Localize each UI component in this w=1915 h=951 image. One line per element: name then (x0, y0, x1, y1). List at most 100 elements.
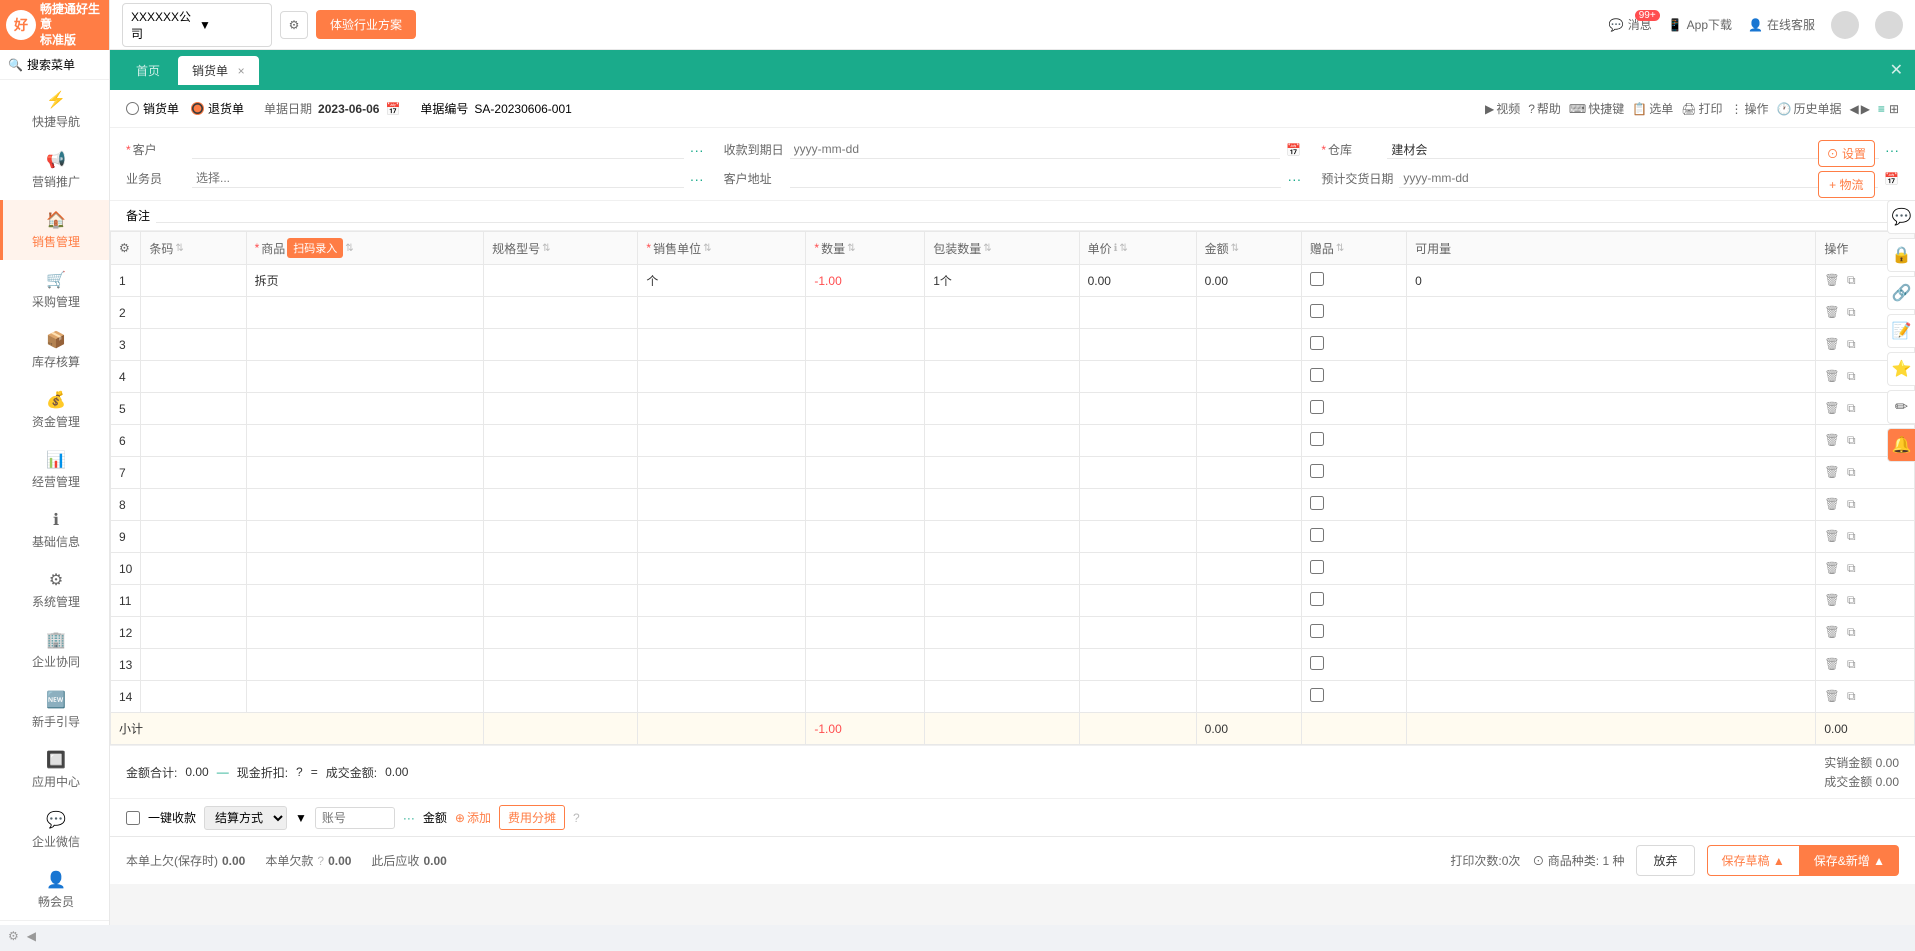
copy-icon[interactable]: ⧉ (1847, 625, 1856, 639)
row-barcode[interactable] (141, 393, 246, 425)
prev-icon[interactable]: ◀ (1849, 102, 1858, 116)
fee-info-icon[interactable]: ? (573, 811, 580, 825)
row-package-qty[interactable] (925, 585, 1079, 617)
row-unit[interactable] (638, 585, 806, 617)
one-click-checkbox[interactable] (126, 811, 140, 825)
salesperson-dots[interactable]: ··· (690, 171, 704, 187)
row-amount[interactable] (1196, 361, 1301, 393)
delete-icon[interactable]: 🗑 (1824, 465, 1839, 479)
row-quantity[interactable] (806, 329, 925, 361)
row-unit-price[interactable] (1079, 489, 1196, 521)
row-package-qty[interactable] (925, 617, 1079, 649)
row-barcode[interactable] (141, 681, 246, 713)
sidebar-item-enterprise[interactable]: 🏢 企业协同 (0, 620, 109, 680)
right-btn-edit[interactable]: ✏ (1887, 390, 1915, 424)
row-amount[interactable] (1196, 649, 1301, 681)
company-selector[interactable]: XXXXXX公司 ▼ (122, 3, 272, 47)
row-package-qty[interactable] (925, 457, 1079, 489)
customer-dots[interactable]: ··· (690, 142, 704, 158)
sidebar-item-finance[interactable]: 💰 资金管理 (0, 380, 109, 440)
row-package-qty[interactable] (925, 553, 1079, 585)
copy-icon[interactable]: ⧉ (1847, 433, 1856, 447)
remark-input[interactable] (156, 208, 1899, 223)
row-amount[interactable] (1196, 617, 1301, 649)
row-unit-price[interactable] (1079, 329, 1196, 361)
row-unit[interactable] (638, 553, 806, 585)
message-button[interactable]: 💬 消息 99+ (1609, 16, 1652, 33)
right-btn-chat[interactable]: 💬 (1887, 200, 1915, 234)
radio-sales-order[interactable]: 销货单 (126, 100, 179, 117)
sidebar-item-purchase[interactable]: 🛒 采购管理 (0, 260, 109, 320)
row-package-qty[interactable] (925, 297, 1079, 329)
avatar-secondary[interactable] (1875, 11, 1903, 39)
operation-button[interactable]: ⋮ 操作 (1730, 100, 1768, 117)
sidebar-item-business[interactable]: 📊 经营管理 (0, 440, 109, 500)
online-service-button[interactable]: 👤 在线客服 (1748, 16, 1815, 33)
print-button[interactable]: 🖨 打印 (1681, 100, 1722, 117)
product-sort[interactable]: ⇅ (345, 243, 353, 254)
row-spec[interactable] (484, 457, 638, 489)
row-amount[interactable] (1196, 489, 1301, 521)
total-owe-info-icon[interactable]: ? (317, 854, 324, 868)
delete-icon[interactable]: 🗑 (1824, 593, 1839, 607)
row-unit[interactable] (638, 297, 806, 329)
next-icon[interactable]: ▶ (1861, 102, 1870, 116)
row-gift[interactable] (1301, 265, 1406, 297)
sidebar-item-appcenter[interactable]: 🔲 应用中心 (0, 740, 109, 800)
logistics-button[interactable]: + 物流 (1818, 171, 1875, 198)
row-spec[interactable] (484, 585, 638, 617)
row-quantity[interactable] (806, 457, 925, 489)
grid-view-icon[interactable]: ⊞ (1889, 102, 1899, 116)
customer-address-dots[interactable]: ··· (1287, 171, 1301, 187)
row-quantity[interactable] (806, 585, 925, 617)
row-package-qty[interactable] (925, 489, 1079, 521)
row-quantity[interactable] (806, 393, 925, 425)
settings-gear-button[interactable]: ⚙ (280, 11, 308, 39)
col-settings[interactable]: ⚙ (111, 232, 141, 265)
tab-close-icon[interactable]: × (238, 64, 245, 78)
delete-icon[interactable]: 🗑 (1824, 497, 1839, 511)
gift-checkbox[interactable] (1310, 304, 1324, 318)
row-unit[interactable] (638, 649, 806, 681)
trial-button[interactable]: 体验行业方案 (316, 10, 416, 39)
copy-icon[interactable]: ⧉ (1847, 497, 1856, 511)
save-draft-button[interactable]: 保存草稿 ▲ (1707, 845, 1800, 876)
delete-icon[interactable]: 🗑 (1824, 529, 1839, 543)
row-unit[interactable] (638, 681, 806, 713)
list-view-icon[interactable]: ≡ (1878, 102, 1885, 116)
dots-icon[interactable]: ··· (403, 811, 415, 825)
delete-icon[interactable]: 🗑 (1824, 305, 1839, 319)
row-product[interactable] (246, 489, 484, 521)
sidebar-item-member[interactable]: 👤 畅会员 (0, 860, 109, 920)
row-package-qty[interactable] (925, 681, 1079, 713)
price-sort[interactable]: ⇅ (1119, 243, 1127, 254)
delete-icon[interactable]: 🗑 (1824, 337, 1839, 351)
save-new-button[interactable]: 保存&新增 ▲ (1800, 845, 1899, 876)
delete-icon[interactable]: 🗑 (1824, 401, 1839, 415)
row-spec[interactable] (484, 521, 638, 553)
row-quantity[interactable] (806, 617, 925, 649)
row-amount[interactable] (1196, 521, 1301, 553)
gift-checkbox[interactable] (1310, 400, 1324, 414)
unit-sort[interactable]: ⇅ (703, 243, 711, 254)
row-product[interactable] (246, 425, 484, 457)
amount-sort[interactable]: ⇅ (1231, 243, 1239, 254)
row-product[interactable] (246, 585, 484, 617)
warehouse-dots[interactable]: ··· (1885, 142, 1899, 158)
copy-icon[interactable]: ⧉ (1847, 561, 1856, 575)
row-spec[interactable] (484, 393, 638, 425)
row-product[interactable] (246, 361, 484, 393)
row-unit-price[interactable] (1079, 425, 1196, 457)
gift-checkbox[interactable] (1310, 272, 1324, 286)
row-amount[interactable] (1196, 329, 1301, 361)
account-input[interactable] (315, 807, 395, 829)
row-amount[interactable] (1196, 585, 1301, 617)
row-product[interactable] (246, 681, 484, 713)
app-download-button[interactable]: 📱 App下载 (1668, 16, 1732, 33)
right-btn-star[interactable]: ⭐ (1887, 352, 1915, 386)
row-gift[interactable] (1301, 361, 1406, 393)
row-spec[interactable] (484, 265, 638, 297)
copy-icon[interactable]: ⧉ (1847, 529, 1856, 543)
row-product[interactable] (246, 393, 484, 425)
row-gift[interactable] (1301, 457, 1406, 489)
